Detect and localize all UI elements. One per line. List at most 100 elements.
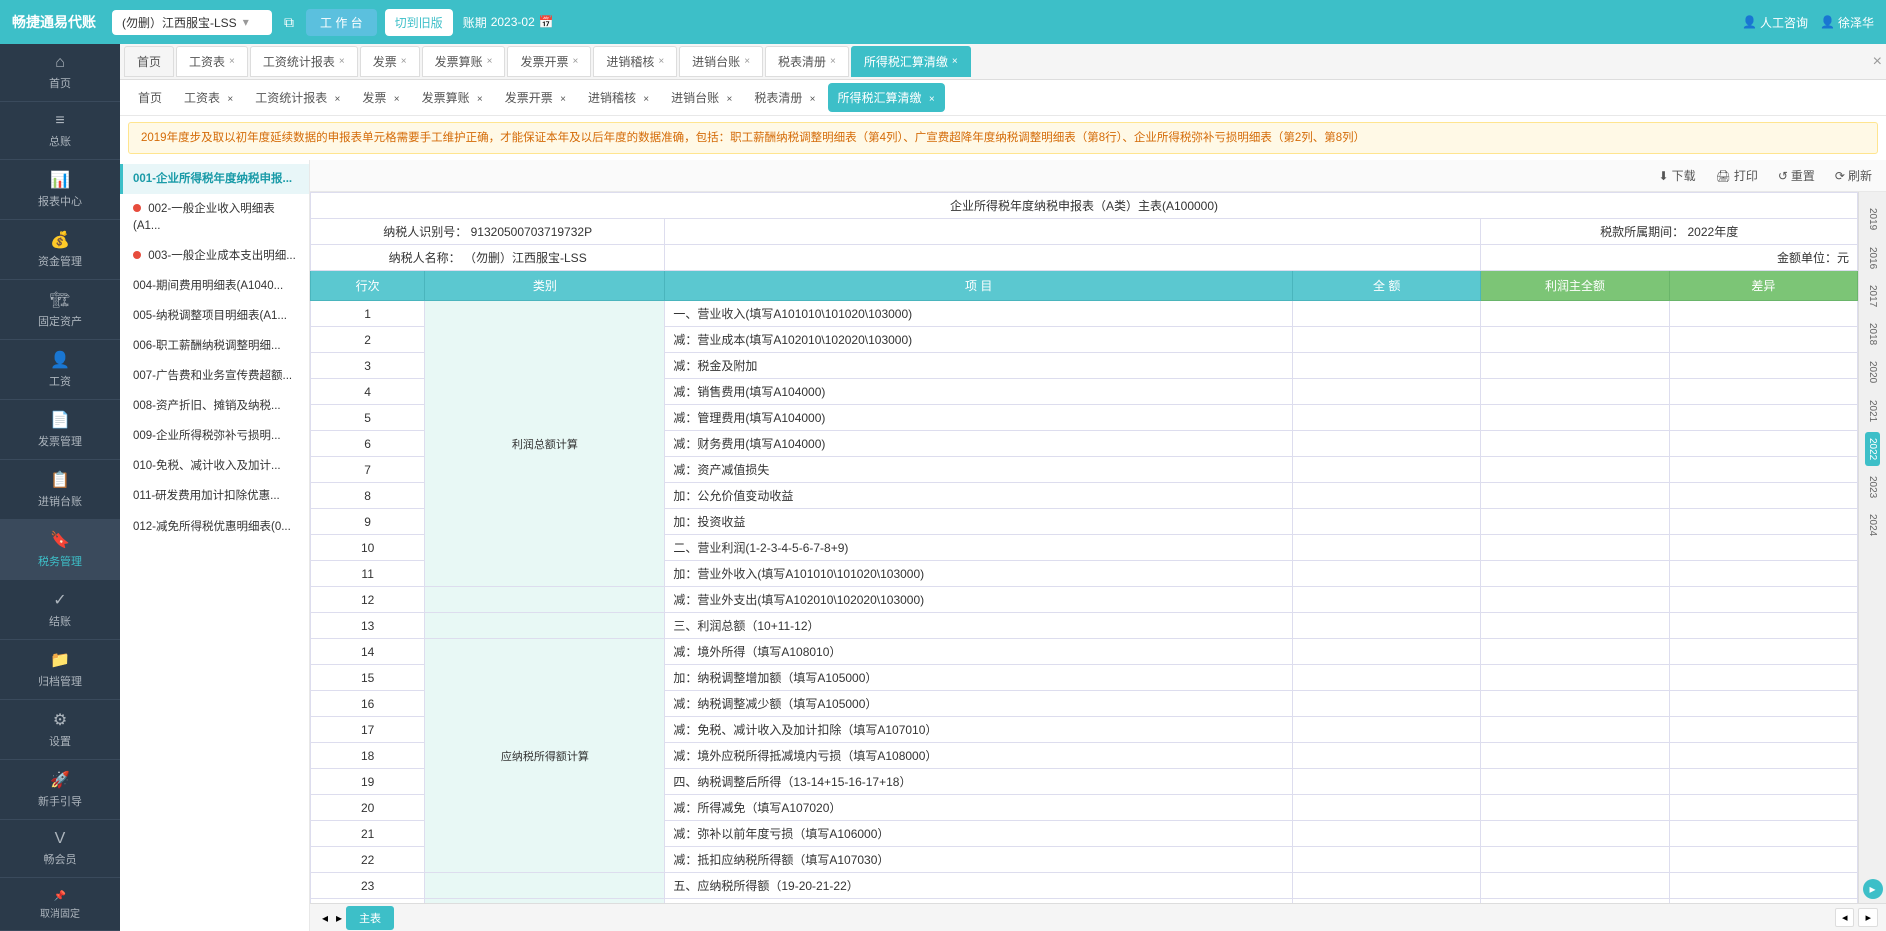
year-2023[interactable]: 2023 (1865, 470, 1880, 504)
table-row: 14 应纳税所得额计算 减：境外所得（填写A108010） (311, 639, 1858, 665)
tab-invoice-open-close[interactable]: × (572, 56, 578, 67)
service-button[interactable]: 👤 人工咨询 (1742, 14, 1808, 31)
year-2020[interactable]: 2020 (1865, 355, 1880, 389)
sidebar-item-settlement[interactable]: ✓ 结账 (0, 580, 120, 640)
nav-tax-clear-close[interactable]: × (810, 94, 816, 105)
tab-sales-ledger-close[interactable]: × (744, 56, 750, 67)
year-2017[interactable]: 2017 (1865, 279, 1880, 313)
tab-sales-ledger[interactable]: 进销台账 × (679, 46, 763, 77)
sidebar-item-guide[interactable]: 🚀 新手引导 (0, 760, 120, 820)
company-selector[interactable]: (勿删）江西服宝-LSS ▾ (112, 10, 272, 35)
left-item-008[interactable]: 008-资产折旧、摊销及纳税... (120, 391, 309, 421)
sidebar-item-vip[interactable]: V 畅会员 (0, 820, 120, 878)
year-2022[interactable]: 2022 (1865, 432, 1880, 466)
sidebar-item-tax-mgmt[interactable]: 🔖 税务管理 (0, 520, 120, 580)
tab-sales-verify-close[interactable]: × (658, 56, 664, 67)
year-2019[interactable]: 2019 (1865, 202, 1880, 236)
left-item-005[interactable]: 005-纳税调整项目明细表(A1... (120, 301, 309, 331)
left-item-007[interactable]: 007-广告费和业务宣传费超额... (120, 361, 309, 391)
nav-tax-clear[interactable]: 税表清册 × (744, 83, 825, 112)
tab-invoice-open[interactable]: 发票开票 × (507, 46, 591, 77)
user-button[interactable]: 👤 徐泽华 (1820, 14, 1874, 31)
tab-invoice[interactable]: 发票 × (360, 46, 420, 77)
year-2021[interactable]: 2021 (1865, 394, 1880, 428)
nav-invoice-close[interactable]: × (394, 94, 400, 105)
nav-sales-verify[interactable]: 进销稽核 × (578, 83, 659, 112)
tab-invoice-close[interactable]: × (401, 56, 407, 67)
workbench-button[interactable]: 工 作 台 (306, 9, 377, 36)
tab-salary-stat[interactable]: 工资统计报表 × (250, 46, 358, 77)
tax-id-label: 纳税人识别号： (383, 225, 467, 239)
nav-salary[interactable]: 工资表 × (174, 83, 243, 112)
nav-income-tax-close[interactable]: × (929, 94, 935, 105)
tab-home[interactable]: 首页 (124, 46, 174, 77)
left-item-010[interactable]: 010-免税、减计收入及加计... (120, 451, 309, 481)
guide-icon: 🚀 (50, 770, 70, 790)
nav-salary-close[interactable]: × (227, 94, 233, 105)
tab-salary-close[interactable]: × (229, 56, 235, 67)
tab-invoice-calc[interactable]: 发票算账 × (422, 46, 506, 77)
next-sheet-button[interactable]: ▸ (332, 911, 346, 925)
nav-home[interactable]: 首页 (128, 83, 172, 112)
calendar-icon[interactable]: 📅 (539, 15, 554, 29)
expand-year-button[interactable]: ▸ (1863, 879, 1883, 899)
print-button[interactable]: 🖨 打印 (1710, 164, 1764, 187)
nav-invoice-open[interactable]: 发票开票 × (495, 83, 576, 112)
nav-invoice[interactable]: 发票 × (352, 83, 409, 112)
left-item-002[interactable]: 002-一般企业收入明细表(A1... (120, 194, 309, 240)
left-item-009[interactable]: 009-企业所得税弥补亏损明... (120, 421, 309, 451)
row-diff (1669, 847, 1857, 873)
tab-income-tax-close[interactable]: × (952, 56, 958, 67)
sidebar-item-salary[interactable]: 👤 工资 (0, 340, 120, 400)
tab-salary-stat-close[interactable]: × (339, 56, 345, 67)
left-item-003[interactable]: 003-一般企业成本支出明细... (120, 241, 309, 271)
left-panel: 001-企业所得税年度纳税申报... 002-一般企业收入明细表(A1... 0… (120, 160, 310, 931)
row-amount (1293, 769, 1481, 795)
sidebar-item-invoice-mgmt[interactable]: 📄 发票管理 (0, 400, 120, 460)
scroll-left-button[interactable]: ◂ (1835, 908, 1855, 927)
sheet-tab-main[interactable]: 主表 (346, 906, 394, 930)
nav-invoice-calc[interactable]: 发票算账 × (412, 83, 493, 112)
row-profit (1481, 431, 1669, 457)
nav-sales-ledger-close[interactable]: × (726, 94, 732, 105)
sidebar-item-home[interactable]: ⌂ 首页 (0, 44, 120, 102)
left-item-006[interactable]: 006-职工薪酬纳税调整明细... (120, 331, 309, 361)
copy-icon[interactable]: ⧉ (276, 10, 302, 35)
nav-invoice-open-close[interactable]: × (560, 94, 566, 105)
tab-sales-verify[interactable]: 进销稽核 × (593, 46, 677, 77)
toggle-old-button[interactable]: 切到旧版 (385, 9, 453, 36)
nav-income-tax[interactable]: 所得税汇算清缴 × (828, 83, 945, 112)
left-item-012[interactable]: 012-减免所得税优惠明细表(0... (120, 512, 309, 542)
sidebar-item-sales-ledger[interactable]: 📋 进销台账 (0, 460, 120, 520)
year-2024[interactable]: 2024 (1865, 508, 1880, 542)
refresh-button[interactable]: ⟳ 刷新 (1829, 164, 1878, 187)
nav-sales-ledger[interactable]: 进销台账 × (661, 83, 742, 112)
nav-salary-stat[interactable]: 工资统计报表 × (245, 83, 350, 112)
scroll-right-button[interactable]: ▸ (1858, 908, 1878, 927)
prev-sheet-button[interactable]: ◂ (318, 911, 332, 925)
tab-income-tax[interactable]: 所得税汇算清缴 × (851, 46, 971, 77)
left-item-004[interactable]: 004-期间费用明细表(A1040... (120, 271, 309, 301)
download-button[interactable]: ⬇ 下载 (1653, 164, 1702, 187)
nav-salary-stat-close[interactable]: × (335, 94, 341, 105)
sidebar-item-fixed-asset[interactable]: 🏗 固定资产 (0, 280, 120, 340)
sidebar-item-asset-mgmt[interactable]: 💰 资金管理 (0, 220, 120, 280)
year-2016[interactable]: 2016 (1865, 241, 1880, 275)
sidebar-item-ledger[interactable]: ≡ 总账 (0, 102, 120, 160)
left-item-011[interactable]: 011-研发费用加计扣除优惠... (120, 481, 309, 511)
tab-invoice-calc-close[interactable]: × (487, 56, 493, 67)
nav-invoice-calc-close[interactable]: × (477, 94, 483, 105)
tab-salary[interactable]: 工资表 × (176, 46, 248, 77)
sidebar-item-settings[interactable]: ⚙ 设置 (0, 700, 120, 760)
sidebar-item-report[interactable]: 📊 报表中心 (0, 160, 120, 220)
pin-button[interactable]: 📌 取消固定 (0, 881, 120, 931)
sidebar-item-archive[interactable]: 📁 归档管理 (0, 640, 120, 700)
print-label: 打印 (1734, 167, 1758, 184)
tab-tax-clear-close[interactable]: × (830, 56, 836, 67)
year-2018[interactable]: 2018 (1865, 317, 1880, 351)
close-all-icon[interactable]: × (1873, 53, 1882, 71)
tab-tax-clear[interactable]: 税表清册 × (765, 46, 849, 77)
reset-button[interactable]: ↺ 重置 (1772, 164, 1821, 187)
left-item-001[interactable]: 001-企业所得税年度纳税申报... (120, 164, 309, 194)
nav-sales-verify-close[interactable]: × (643, 94, 649, 105)
